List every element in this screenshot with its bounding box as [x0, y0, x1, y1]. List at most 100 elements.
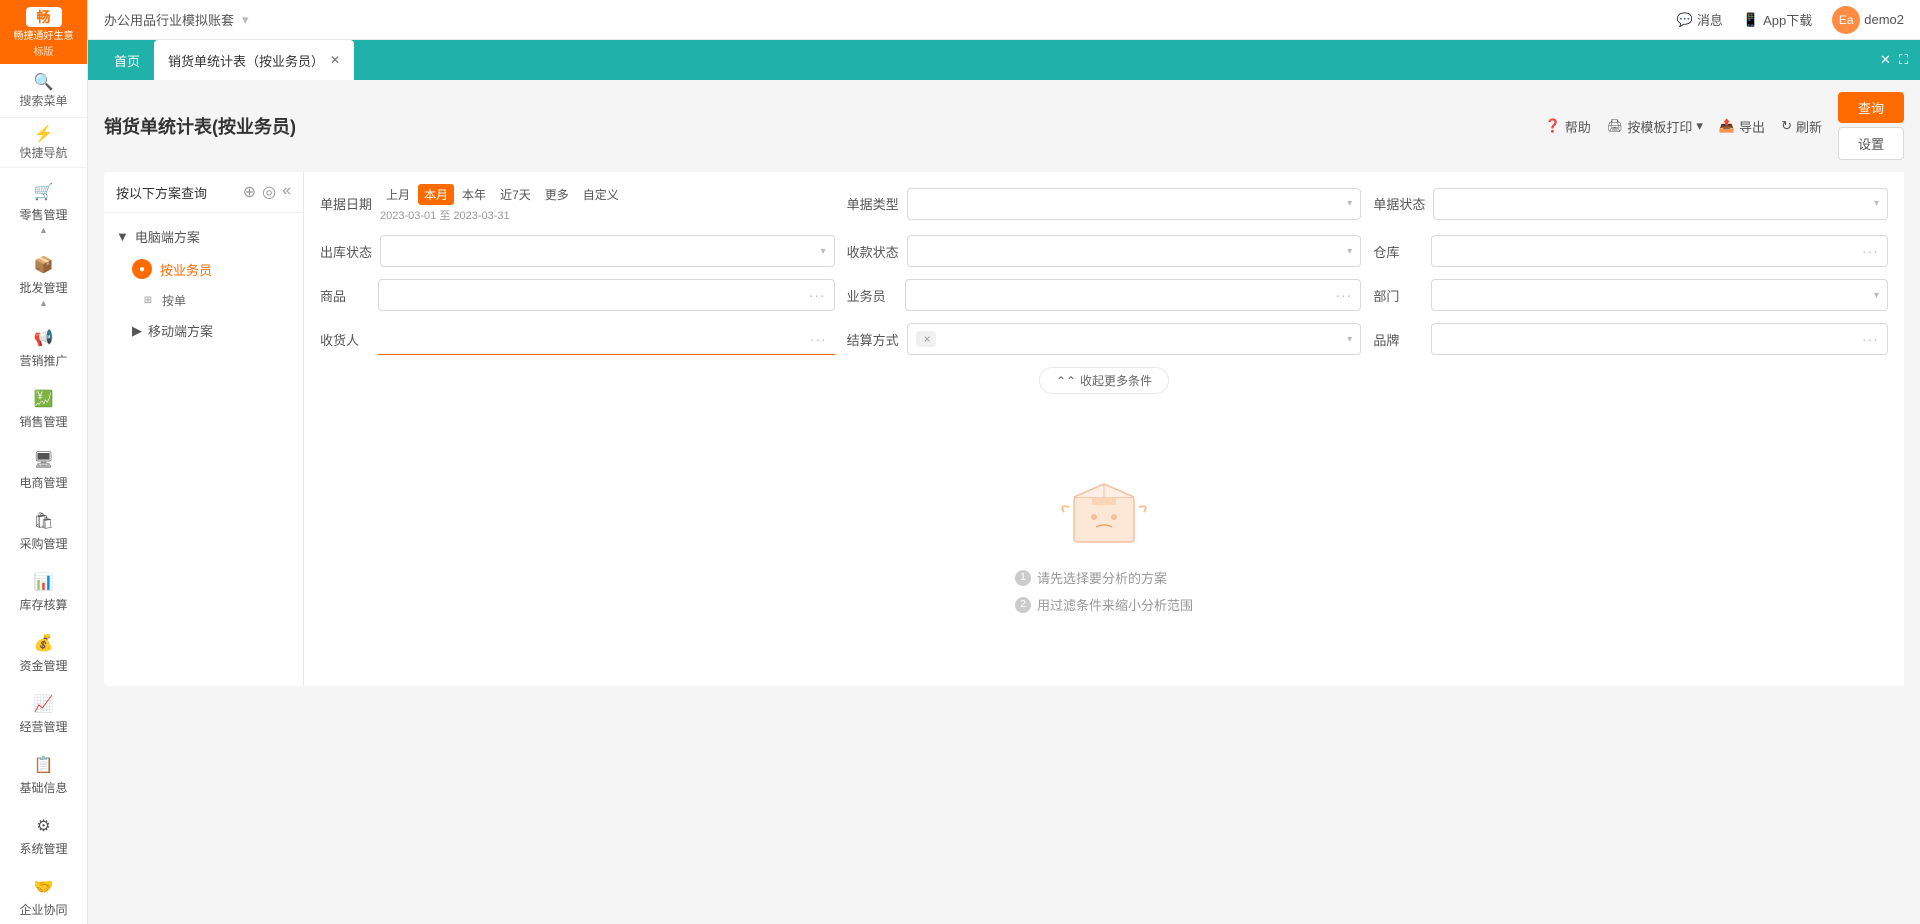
- workspace-dropdown-icon[interactable]: ▾: [242, 12, 249, 28]
- settings-scheme-icon[interactable]: ◎: [262, 182, 276, 202]
- tab-bar: 首页 销货单统计表（按业务员） ✕ ✕ ⛶: [88, 40, 1920, 80]
- product-control[interactable]: ···: [378, 279, 835, 311]
- salesperson-label: 业务员: [847, 286, 897, 305]
- sidebar-item-marketing[interactable]: 📢 营销推广: [0, 318, 87, 379]
- panel-icons: ⊕ ◎ «: [243, 182, 291, 202]
- payment-tag-close[interactable]: ×: [924, 332, 931, 346]
- tab-expand-icon[interactable]: ⛶: [1899, 52, 1908, 68]
- help-button[interactable]: ❓ 帮助: [1545, 117, 1591, 136]
- collapse-icon: ⌃⌃: [1056, 374, 1076, 388]
- receiver-label: 收货人: [320, 330, 370, 349]
- tab-close-icon[interactable]: ✕: [330, 53, 340, 67]
- print-button[interactable]: 🖨 按模板打印 ▾: [1607, 117, 1703, 136]
- collapse-panel-icon[interactable]: «: [282, 182, 291, 202]
- date-btn-this-month[interactable]: 本月: [418, 184, 454, 205]
- salesperson-control[interactable]: ···: [905, 279, 1362, 311]
- sidebar-item-search[interactable]: 🔍 搜索菜单: [0, 64, 87, 118]
- brand-control[interactable]: ···: [1431, 323, 1888, 355]
- sidebar-item-quicknav[interactable]: ⚡ 快捷导航: [0, 118, 87, 168]
- sidebar-item-operations[interactable]: 📈 经营管理: [0, 684, 87, 745]
- out-status-control[interactable]: [380, 235, 835, 267]
- filter-receipt-status: 收款状态: [847, 235, 1362, 267]
- date-btn-last-month[interactable]: 上月: [380, 184, 416, 205]
- doc-type-control[interactable]: [907, 188, 1362, 220]
- empty-state: 1 请先选择要分析的方案 2 用过滤条件来缩小分析范围: [320, 402, 1888, 674]
- empty-hints: 1 请先选择要分析的方案 2 用过滤条件来缩小分析范围: [1015, 568, 1193, 614]
- scheme-dot: ●: [132, 259, 152, 279]
- sidebar-item-retail[interactable]: 🛒 零售管理 ▲: [0, 172, 87, 245]
- date-btn-more[interactable]: 更多: [539, 184, 575, 205]
- receiver-control[interactable]: ···: [378, 323, 835, 355]
- out-status-label: 出库状态: [320, 242, 372, 261]
- payment-arrow: [1347, 334, 1352, 345]
- doc-status-label: 单据状态: [1373, 194, 1425, 213]
- filter-doc-type: 单据类型: [847, 188, 1362, 220]
- scheme-panel-title: 按以下方案查询: [116, 183, 207, 202]
- main-area: 办公用品行业模拟账套 ▾ 💬 消息 📱 App下载 Ea demo2 首页: [88, 0, 1920, 924]
- filter-row-2: 出库状态 收款状态 仓库 ···: [320, 235, 1888, 267]
- sidebar-item-inventory[interactable]: 📊 库存核算: [0, 562, 87, 623]
- sidebar-item-basic[interactable]: 📋 基础信息: [0, 745, 87, 806]
- logo-subtitle: 标版: [34, 43, 54, 58]
- filter-row-1: 单据日期 上月 本月 本年 近7天 更多 自定义 2023-03-01 至 20…: [320, 184, 1888, 223]
- avatar: Ea: [1832, 6, 1860, 34]
- sidebar-item-corp[interactable]: 🤝 企业协同: [0, 867, 87, 924]
- system-icon: ⚙: [36, 816, 50, 836]
- settings-button[interactable]: 设置: [1838, 127, 1904, 160]
- date-btn-custom[interactable]: 自定义: [577, 184, 625, 205]
- hint-step-1: 1 请先选择要分析的方案: [1015, 568, 1193, 587]
- sidebar-item-purchase[interactable]: 🛍 采购管理: [0, 501, 87, 562]
- brand-dots: ···: [1862, 331, 1879, 347]
- salesperson-dots: ···: [1335, 287, 1352, 303]
- print-dropdown-icon: ▾: [1696, 118, 1703, 134]
- sidebar-item-ecommerce[interactable]: 🖥 电商管理: [0, 440, 87, 501]
- title-actions: ❓ 帮助 🖨 按模板打印 ▾ 📤 导出 ↻ 刷新 查询: [1545, 92, 1904, 160]
- warehouse-control[interactable]: ···: [1431, 235, 1888, 267]
- add-scheme-icon[interactable]: ⊕: [243, 182, 256, 202]
- app-download-button[interactable]: 📱 App下载: [1743, 10, 1812, 29]
- date-range-text: 2023-03-01 至 2023-03-31: [380, 207, 835, 223]
- logo-text: 畅捷通好生意: [14, 30, 74, 43]
- sidebar-item-system[interactable]: ⚙ 系统管理: [0, 806, 87, 867]
- ecommerce-icon: 🖥: [33, 450, 53, 470]
- date-btn-this-year[interactable]: 本年: [456, 184, 492, 205]
- tab-close-window-icon[interactable]: ✕: [1880, 52, 1891, 68]
- filter-doc-status: 单据状态: [1373, 188, 1888, 220]
- finance-icon: 💰: [34, 633, 54, 653]
- doc-status-control[interactable]: [1433, 188, 1888, 220]
- date-btn-7days[interactable]: 近7天: [494, 184, 537, 205]
- payment-control[interactable]: ×: [907, 323, 1362, 355]
- filter-row-4: 收货人 ··· 结算方式 ×: [320, 323, 1888, 355]
- sidebar-item-finance[interactable]: 💰 资金管理: [0, 623, 87, 684]
- retail-icon: 🛒: [34, 182, 54, 202]
- scheme-item-salesperson[interactable]: ● 按业务员: [104, 252, 303, 286]
- export-button[interactable]: 📤 导出: [1719, 117, 1765, 136]
- desktop-category[interactable]: ▼ 电脑端方案: [104, 221, 303, 252]
- doc-type-arrow: [1347, 198, 1352, 209]
- receipt-status-control[interactable]: [907, 235, 1362, 267]
- refresh-button[interactable]: ↻ 刷新: [1781, 117, 1822, 136]
- warehouse-label: 仓库: [1373, 242, 1423, 261]
- sidebar: 畅 畅捷通好生意 标版 🔍 搜索菜单 ⚡ 快捷导航 🛒 零售管理 ▲ 📦 批发管…: [0, 0, 88, 924]
- scheme-sub-item-order[interactable]: ⊞ 按单: [104, 286, 303, 315]
- operations-icon: 📈: [34, 694, 54, 714]
- collapse-button[interactable]: ⌃⌃ 收起更多条件: [1039, 367, 1169, 394]
- tab-report[interactable]: 销货单统计表（按业务员） ✕: [154, 40, 354, 80]
- sidebar-item-wholesale[interactable]: 📦 批发管理 ▲: [0, 245, 87, 318]
- filter-department: 部门: [1373, 279, 1888, 311]
- workspace-title: 办公用品行业模拟账套: [104, 10, 234, 29]
- marketing-icon: 📢: [34, 328, 54, 348]
- user-avatar-button[interactable]: Ea demo2: [1832, 6, 1904, 34]
- payment-label: 结算方式: [847, 330, 899, 349]
- content-body: 按以下方案查询 ⊕ ◎ « ▼ 电脑端方案 ● 按业务员: [104, 172, 1904, 686]
- order-icon: ⊞: [140, 293, 156, 309]
- scheme-section: ▼ 电脑端方案 ● 按业务员 ⊞ 按单 ▶ 移动端方案: [104, 213, 303, 354]
- department-control[interactable]: [1431, 279, 1888, 311]
- tab-home[interactable]: 首页: [100, 40, 154, 80]
- query-button[interactable]: 查询: [1838, 92, 1904, 123]
- sidebar-item-sales[interactable]: 💹 销售管理: [0, 379, 87, 440]
- mobile-category[interactable]: ▶ 移动端方案: [104, 315, 303, 346]
- message-button[interactable]: 💬 消息: [1677, 10, 1723, 29]
- product-dots: ···: [809, 287, 826, 303]
- inventory-icon: 📊: [34, 572, 54, 592]
